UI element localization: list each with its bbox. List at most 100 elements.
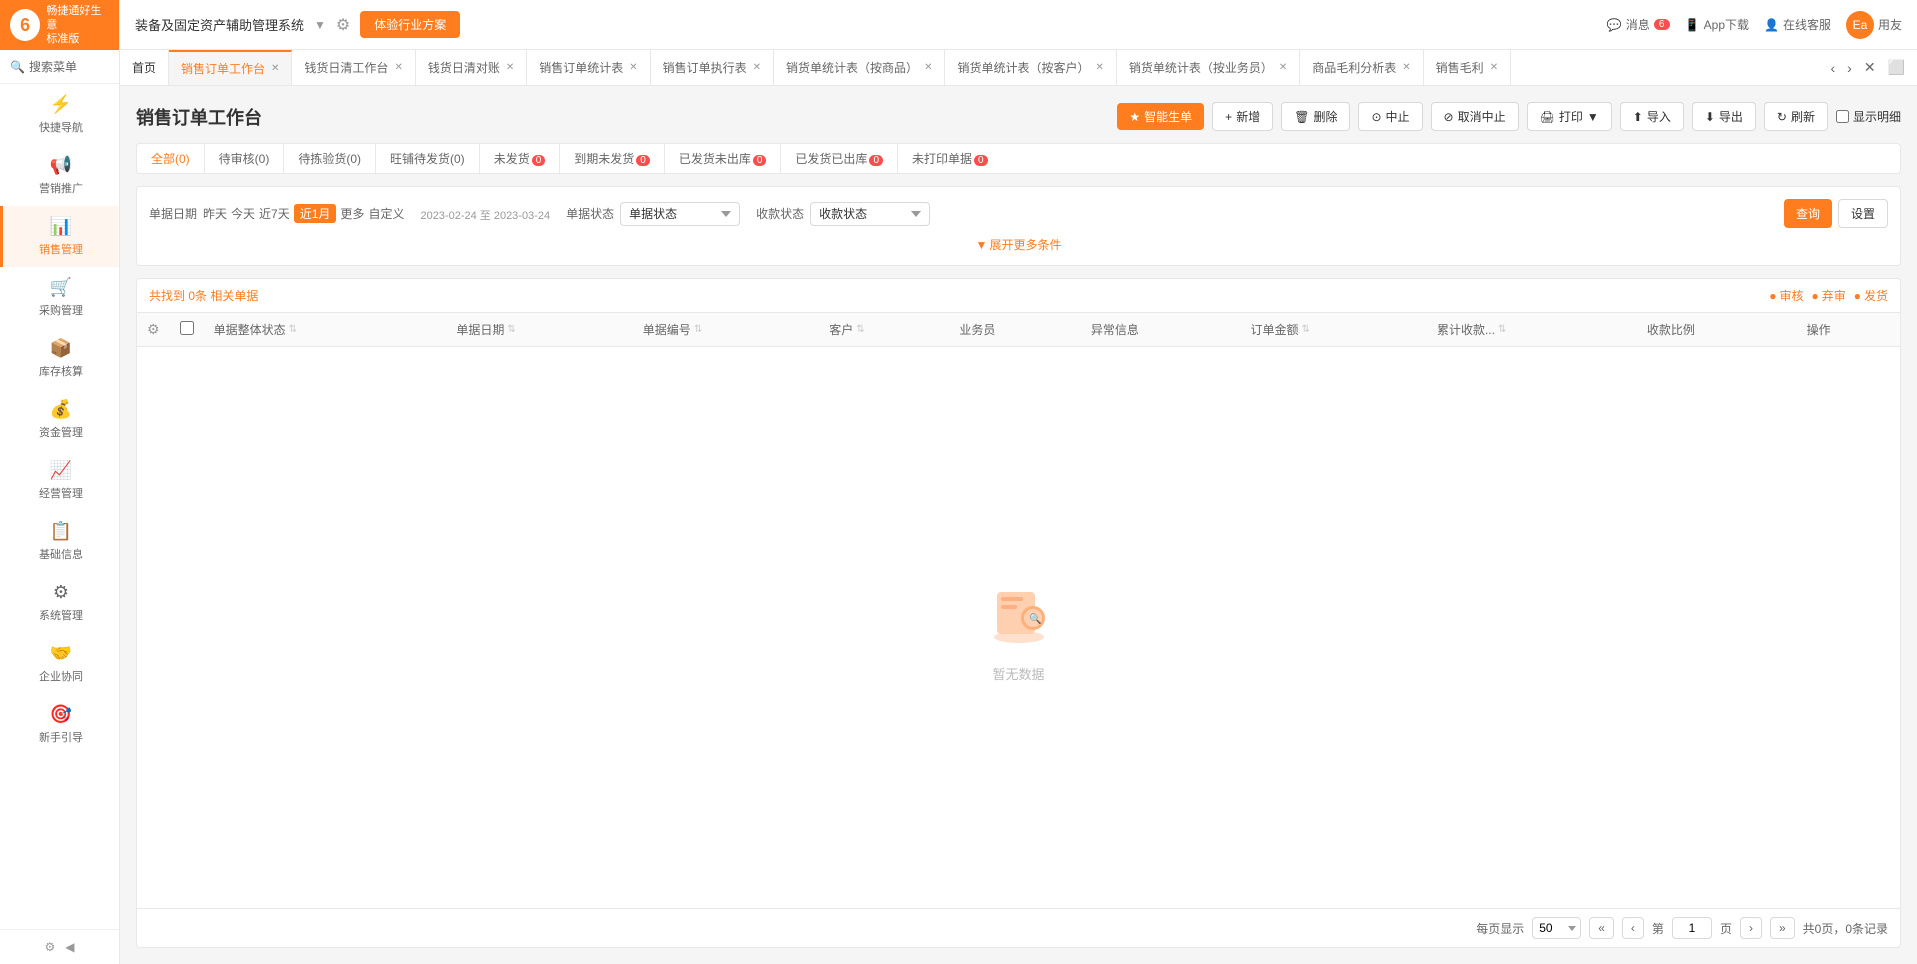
- select-all-checkbox[interactable]: [180, 321, 194, 335]
- settings-filter-btn[interactable]: 设置: [1838, 199, 1888, 228]
- add-btn[interactable]: + 新增: [1212, 102, 1273, 131]
- print-btn[interactable]: 🖨 打印 ▼: [1527, 102, 1612, 131]
- page-header: 销售订单工作台 ★ 智能生单 + 新增 🗑 删除 ⊙ 中止: [136, 102, 1901, 131]
- tab-home[interactable]: 首页: [120, 50, 169, 86]
- app-download-action[interactable]: 📱 App下载: [1685, 16, 1749, 33]
- tabs-next-btn[interactable]: ›: [1843, 58, 1856, 78]
- tab-sales-summary-staff[interactable]: 销货单统计表（按业务员） ✕: [1117, 50, 1300, 86]
- settings-topbar-icon[interactable]: ⚙: [336, 15, 350, 35]
- date-custom[interactable]: 自定义: [368, 205, 404, 222]
- search-menu-item[interactable]: 🔍 搜索菜单: [0, 50, 119, 84]
- sidebar-item-guide[interactable]: 🎯 新手引导: [0, 694, 119, 755]
- dropdown-icon[interactable]: ▼: [314, 18, 326, 32]
- sub-tab-shipped-not-out[interactable]: 已发货未出库0: [665, 144, 782, 173]
- sub-tab-shipped-out[interactable]: 已发货已出库0: [781, 144, 898, 173]
- tab-close-sales-profit[interactable]: ✕: [1490, 62, 1498, 73]
- tabs-maximize-btn[interactable]: ⬜: [1884, 57, 1909, 78]
- col-settings: ⚙: [137, 313, 170, 347]
- tab-close-cash-reconcile[interactable]: ✕: [506, 62, 514, 73]
- export-btn[interactable]: ⬇ 导出: [1692, 102, 1756, 131]
- settings-icon[interactable]: ⚙: [45, 940, 56, 954]
- col-date-sort[interactable]: 单据日期 ⇅: [456, 321, 622, 338]
- sidebar-item-marketing[interactable]: 📢 营销推广: [0, 145, 119, 206]
- tab-sales-workbench[interactable]: 销售订单工作台 ✕: [169, 50, 292, 86]
- sub-tab-expired-not-shipped[interactable]: 到期未发货0: [560, 144, 665, 173]
- sidebar-item-quick-nav[interactable]: ⚡ 快捷导航: [0, 84, 119, 145]
- cancel-stop-btn[interactable]: ⊘ 取消中止: [1431, 102, 1519, 131]
- date-7days[interactable]: 近7天: [259, 205, 290, 222]
- show-detail-input[interactable]: [1836, 110, 1849, 123]
- stop-btn[interactable]: ⊙ 中止: [1358, 102, 1422, 131]
- query-btn[interactable]: 查询: [1784, 199, 1832, 228]
- sub-tab-not-shipped[interactable]: 未发货0: [480, 144, 561, 173]
- col-number-sort[interactable]: 单据编号 ⇅: [643, 321, 809, 338]
- show-detail-checkbox[interactable]: 显示明细: [1836, 108, 1901, 125]
- tab-sales-summary-product[interactable]: 销货单统计表（按商品） ✕: [774, 50, 945, 86]
- sidebar-item-purchase[interactable]: 🛒 采购管理: [0, 267, 119, 328]
- page-input[interactable]: [1672, 917, 1712, 939]
- tab-close-sales-summary-customer[interactable]: ✕: [1095, 62, 1103, 73]
- sidebar-item-base[interactable]: 📋 基础信息: [0, 511, 119, 572]
- date-more[interactable]: 更多: [340, 205, 364, 222]
- sidebar-item-finance[interactable]: 💰 资金管理: [0, 389, 119, 450]
- sub-tab-pending-review[interactable]: 待审核(0): [205, 144, 285, 173]
- tab-close-sales-summary-product[interactable]: ✕: [924, 62, 932, 73]
- sidebar-item-operations[interactable]: 📈 经营管理: [0, 450, 119, 511]
- online-service-action[interactable]: 👤 在线客服: [1764, 16, 1831, 33]
- table-scroll-container[interactable]: ⚙ 单据整体状态 ⇅: [137, 313, 1900, 347]
- sidebar-item-enterprise[interactable]: 🤝 企业协同: [0, 633, 119, 694]
- col-status: 单据整体状态 ⇅: [204, 313, 447, 347]
- import-btn[interactable]: ⬆ 导入: [1620, 102, 1684, 131]
- col-customer-sort[interactable]: 客户 ⇅: [829, 321, 939, 338]
- first-page-btn[interactable]: «: [1589, 917, 1614, 939]
- sub-tab-wangpu-deliver[interactable]: 旺铺待发货(0): [376, 144, 480, 173]
- tab-product-profit[interactable]: 商品毛利分析表 ✕: [1300, 50, 1423, 86]
- payment-select[interactable]: 收款状态: [810, 202, 930, 226]
- sidebar-item-inventory[interactable]: 📦 库存核算: [0, 328, 119, 389]
- col-settings-icon[interactable]: ⚙: [147, 321, 160, 337]
- status-select[interactable]: 单据状态: [620, 202, 740, 226]
- date-1month[interactable]: 近1月: [294, 204, 337, 223]
- prev-page-btn[interactable]: ‹: [1622, 917, 1644, 939]
- col-collected-sort[interactable]: 累计收款... ⇅: [1437, 321, 1627, 338]
- tab-sales-profit[interactable]: 销售毛利 ✕: [1424, 50, 1511, 86]
- date-yesterday[interactable]: 昨天: [203, 205, 227, 222]
- tab-sales-exec[interactable]: 销售订单执行表 ✕: [651, 50, 774, 86]
- per-page-select[interactable]: 50 10 20 100: [1532, 917, 1581, 939]
- tab-close-product-profit[interactable]: ✕: [1402, 62, 1410, 73]
- tab-close-sales-stats[interactable]: ✕: [629, 62, 637, 73]
- delete-btn[interactable]: 🗑 删除: [1281, 102, 1350, 131]
- batch-revoke-btn[interactable]: ● 弃审: [1811, 287, 1845, 304]
- message-action[interactable]: 💬 消息 6: [1607, 16, 1670, 33]
- col-date: 单据日期 ⇅: [446, 313, 632, 347]
- sub-tab-all[interactable]: 全部(0): [137, 144, 205, 173]
- tab-sales-stats[interactable]: 销售订单统计表 ✕: [527, 50, 650, 86]
- sub-tabs: 全部(0) 待审核(0) 待拣验货(0) 旺铺待发货(0) 未发货0 到期未发货…: [136, 143, 1901, 174]
- tab-cash-daily[interactable]: 钱货日清工作台 ✕: [292, 50, 415, 86]
- batch-ship-btn[interactable]: ● 发货: [1854, 287, 1888, 304]
- next-page-btn[interactable]: ›: [1740, 917, 1762, 939]
- sub-tab-not-printed[interactable]: 未打印单据0: [898, 144, 1002, 173]
- collapse-icon[interactable]: ◀: [65, 940, 74, 954]
- tabs-prev-btn[interactable]: ‹: [1826, 58, 1839, 78]
- tab-cash-reconcile[interactable]: 钱货日清对账 ✕: [416, 50, 527, 86]
- trial-btn[interactable]: 体验行业方案: [360, 11, 460, 38]
- expand-filter-btn[interactable]: ▼ 展开更多条件: [976, 236, 1062, 253]
- refresh-btn[interactable]: ↻ 刷新: [1764, 102, 1828, 131]
- sub-tab-pending-inspect[interactable]: 待拣验货(0): [284, 144, 376, 173]
- user-action[interactable]: Ea 用友: [1846, 11, 1902, 39]
- tab-close-cash-daily[interactable]: ✕: [394, 62, 402, 73]
- last-page-btn[interactable]: »: [1770, 917, 1795, 939]
- col-amount-sort[interactable]: 订单金额 ⇅: [1251, 321, 1417, 338]
- tab-close-sales-summary-staff[interactable]: ✕: [1279, 62, 1287, 73]
- batch-review-btn[interactable]: ● 审核: [1769, 287, 1803, 304]
- smart-create-btn[interactable]: ★ 智能生单: [1117, 103, 1204, 130]
- tab-close-sales-workbench[interactable]: ✕: [271, 63, 279, 74]
- tabs-close-all-btn[interactable]: ✕: [1860, 57, 1880, 78]
- sidebar-item-sales[interactable]: 📊 销售管理: [0, 206, 119, 267]
- tab-close-sales-exec[interactable]: ✕: [753, 62, 761, 73]
- sidebar-item-system[interactable]: ⚙ 系统管理: [0, 572, 119, 633]
- date-today[interactable]: 今天: [231, 205, 255, 222]
- tab-sales-summary-customer[interactable]: 销货单统计表（按客户） ✕: [945, 50, 1116, 86]
- col-status-sort[interactable]: 单据整体状态 ⇅: [214, 321, 437, 338]
